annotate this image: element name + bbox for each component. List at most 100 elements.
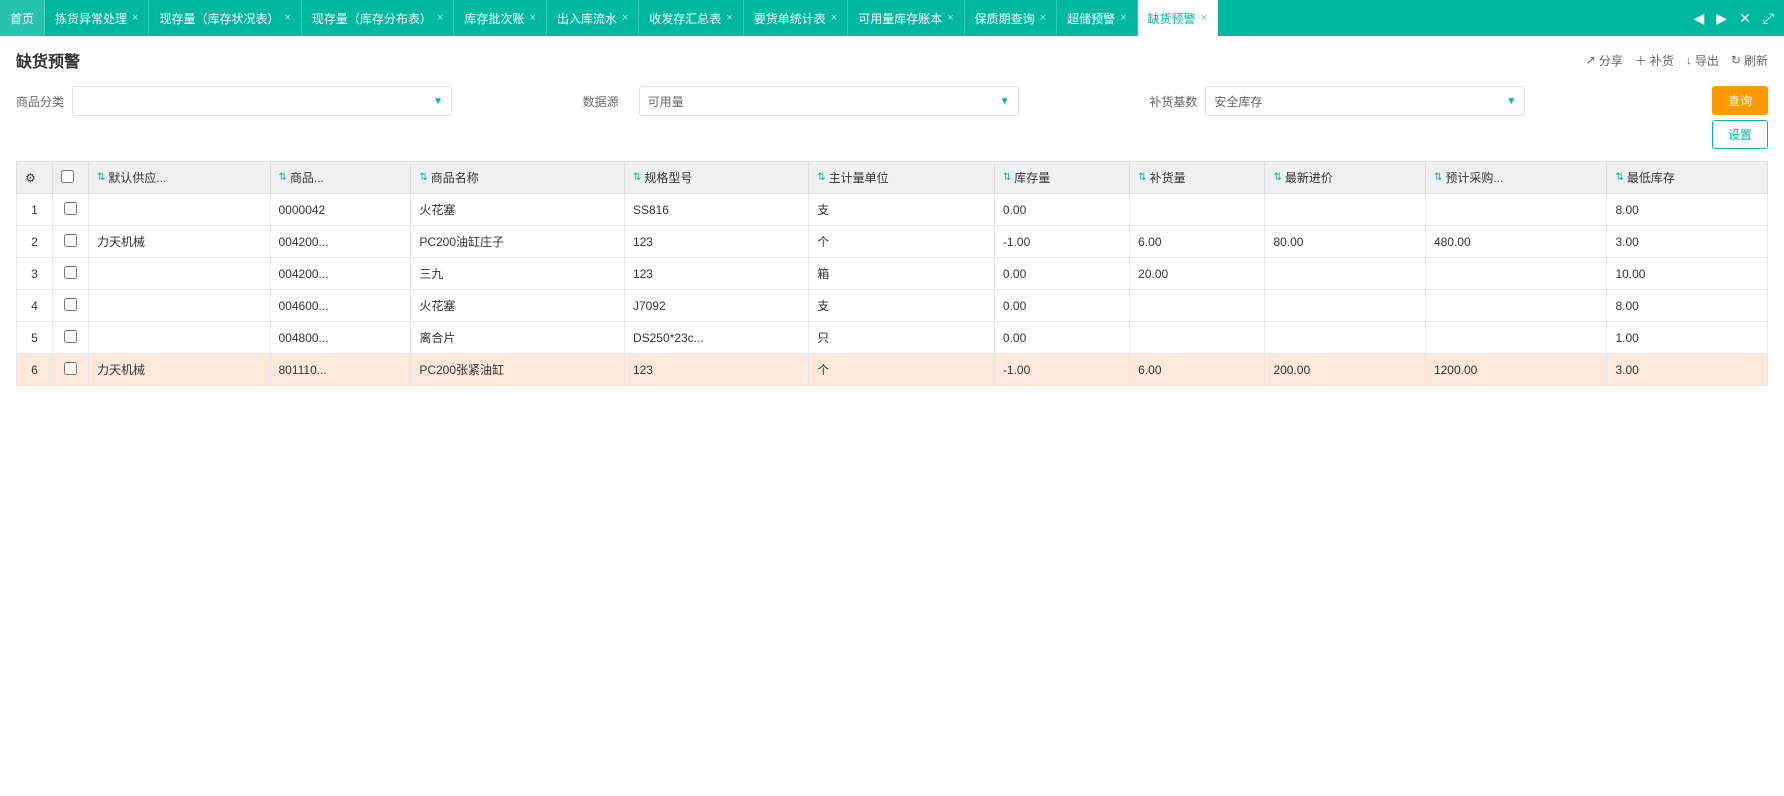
- row-checkbox[interactable]: [64, 202, 77, 215]
- nav-tab-1[interactable]: 拣货异常处理 ×: [45, 0, 149, 36]
- nav-tab-6[interactable]: 收发存汇总表 ×: [639, 0, 743, 36]
- table-row[interactable]: 3 004200... 三九 123 箱 0.00 20.00 10.00: [17, 258, 1768, 290]
- close-icon[interactable]: ×: [1120, 12, 1126, 24]
- th-settings[interactable]: ⚙: [17, 162, 53, 194]
- refresh-button[interactable]: ↻ 刷新: [1731, 52, 1768, 69]
- th-spec-label: 规格型号: [644, 169, 692, 186]
- cell-name: 火花塞: [411, 290, 625, 322]
- nav-close-button[interactable]: ✕: [1733, 10, 1757, 27]
- header-actions: ↗ 分享 ＋ 补货 ↓ 导出 ↻ 刷新: [1586, 52, 1768, 69]
- close-icon[interactable]: ×: [947, 12, 953, 24]
- cell-spec: DS250*23c...: [624, 322, 808, 354]
- close-icon[interactable]: ×: [1201, 12, 1207, 24]
- nav-controls: ◀ ▶ ✕ ⤢: [1684, 10, 1784, 27]
- th-replenish[interactable]: ⇅ 补货量: [1130, 162, 1265, 194]
- close-icon[interactable]: ×: [132, 12, 138, 24]
- th-supplier-label: 默认供应...: [108, 169, 166, 186]
- th-stock[interactable]: ⇅ 库存量: [994, 162, 1129, 194]
- nav-tab-label: 库存批次账: [464, 10, 524, 27]
- filter-row-1: 商品分类 ▼ 数据源 可用量 ▼ 补货基数: [16, 86, 1700, 116]
- nav-tab-label: 收发存汇总表: [649, 10, 721, 27]
- nav-tab-5[interactable]: 出入库流水 ×: [547, 0, 639, 36]
- nav-tab-11[interactable]: 缺货预警 ×: [1138, 0, 1218, 36]
- settings-button[interactable]: 设置: [1712, 120, 1768, 149]
- replenish-button[interactable]: ＋ 补货: [1635, 52, 1674, 69]
- nav-expand-button[interactable]: ⤢: [1757, 10, 1780, 27]
- close-icon[interactable]: ×: [1040, 12, 1046, 24]
- row-checkbox[interactable]: [64, 330, 77, 343]
- th-spec[interactable]: ⇅ 规格型号: [624, 162, 808, 194]
- table-row[interactable]: 4 004600... 火花塞 J7092 支 0.00 8.00: [17, 290, 1768, 322]
- select-all-checkbox[interactable]: [61, 170, 74, 183]
- th-replenish-label: 补货量: [1150, 169, 1186, 186]
- nav-tab-home[interactable]: 首页: [0, 0, 45, 36]
- nav-prev-button[interactable]: ◀: [1688, 10, 1711, 27]
- close-icon[interactable]: ×: [284, 12, 290, 24]
- nav-tab-4[interactable]: 库存批次账 ×: [454, 0, 546, 36]
- th-name[interactable]: ⇅ 商品名称: [411, 162, 625, 194]
- th-expected[interactable]: ⇅ 预计采购...: [1425, 162, 1607, 194]
- th-supplier[interactable]: ⇅ 默认供应...: [89, 162, 271, 194]
- th-code-label: 商品...: [290, 169, 324, 186]
- cell-unit: 个: [809, 354, 995, 386]
- nav-tab-7[interactable]: 要货单统计表 ×: [744, 0, 848, 36]
- cell-min-stock: 8.00: [1607, 290, 1768, 322]
- row-checkbox-cell: [53, 290, 89, 322]
- nav-tab-label: 可用量库存账本: [858, 10, 942, 27]
- nav-next-button[interactable]: ▶: [1710, 10, 1733, 27]
- th-unit[interactable]: ⇅ 主计量单位: [809, 162, 995, 194]
- cell-unit: 支: [809, 194, 995, 226]
- category-select[interactable]: ▼: [72, 86, 452, 116]
- nav-tab-8[interactable]: 可用量库存账本 ×: [848, 0, 964, 36]
- table-row[interactable]: 1 0000042 火花塞 SS816 支 0.00 8.00: [17, 194, 1768, 226]
- nav-tab-9[interactable]: 保质期查询 ×: [965, 0, 1057, 36]
- cell-min-stock: 3.00: [1607, 226, 1768, 258]
- nav-tab-10[interactable]: 超储预警 ×: [1057, 0, 1137, 36]
- name-sort-icon: ⇅: [419, 172, 427, 183]
- close-icon[interactable]: ×: [831, 12, 837, 24]
- export-icon: ↓: [1686, 53, 1692, 67]
- cell-latest-price: [1265, 322, 1425, 354]
- row-checkbox[interactable]: [64, 266, 77, 279]
- cell-expected: [1425, 194, 1607, 226]
- table-row[interactable]: 5 004800... 离合片 DS250*23c... 只 0.00 1.00: [17, 322, 1768, 354]
- close-icon[interactable]: ×: [622, 12, 628, 24]
- cell-code: 0000042: [270, 194, 411, 226]
- cell-supplier: 力天机械: [89, 226, 271, 258]
- cell-unit: 个: [809, 226, 995, 258]
- cell-min-stock: 8.00: [1607, 194, 1768, 226]
- datasource-select[interactable]: 可用量 ▼: [639, 86, 1019, 116]
- query-button[interactable]: 查询: [1712, 86, 1768, 115]
- supplier-sort-icon: ⇅: [97, 172, 105, 183]
- page-header: 缺货预警 ↗ 分享 ＋ 补货 ↓ 导出 ↻ 刷新: [16, 48, 1768, 72]
- cell-code: 004800...: [270, 322, 411, 354]
- cell-unit: 箱: [809, 258, 995, 290]
- row-checkbox[interactable]: [64, 234, 77, 247]
- th-latest-price-label: 最新进价: [1285, 169, 1333, 186]
- nav-tab-3[interactable]: 现存量（库存分布表） ×: [302, 0, 454, 36]
- datasource-label: 数据源: [583, 93, 631, 110]
- share-button[interactable]: ↗ 分享: [1586, 52, 1623, 69]
- row-checkbox[interactable]: [64, 298, 77, 311]
- th-latest-price[interactable]: ⇅ 最新进价: [1265, 162, 1425, 194]
- category-filter: 商品分类 ▼: [16, 86, 567, 116]
- close-icon[interactable]: ×: [726, 12, 732, 24]
- export-button[interactable]: ↓ 导出: [1686, 52, 1719, 69]
- table-row[interactable]: 6 力天机械 801110... PC200张紧油缸 123 个 -1.00 6…: [17, 354, 1768, 386]
- table-row[interactable]: 2 力天机械 004200... PC200油缸庄子 123 个 -1.00 6…: [17, 226, 1768, 258]
- cell-expected: [1425, 258, 1607, 290]
- row-checkbox[interactable]: [64, 362, 77, 375]
- close-icon[interactable]: ×: [437, 12, 443, 24]
- th-code[interactable]: ⇅ 商品...: [270, 162, 411, 194]
- row-num: 3: [17, 258, 53, 290]
- cell-replenish: 6.00: [1130, 354, 1265, 386]
- cell-replenish: [1130, 290, 1265, 322]
- nav-tab-2[interactable]: 现存量（库存状况表） ×: [149, 0, 301, 36]
- nav-tab-label: 要货单统计表: [754, 10, 826, 27]
- cell-name: 火花塞: [411, 194, 625, 226]
- replenish-select[interactable]: 安全库存 ▼: [1205, 86, 1525, 116]
- share-label: 分享: [1599, 52, 1623, 69]
- cell-expected: 1200.00: [1425, 354, 1607, 386]
- th-min-stock[interactable]: ⇅ 最低库存: [1607, 162, 1768, 194]
- close-icon[interactable]: ×: [529, 12, 535, 24]
